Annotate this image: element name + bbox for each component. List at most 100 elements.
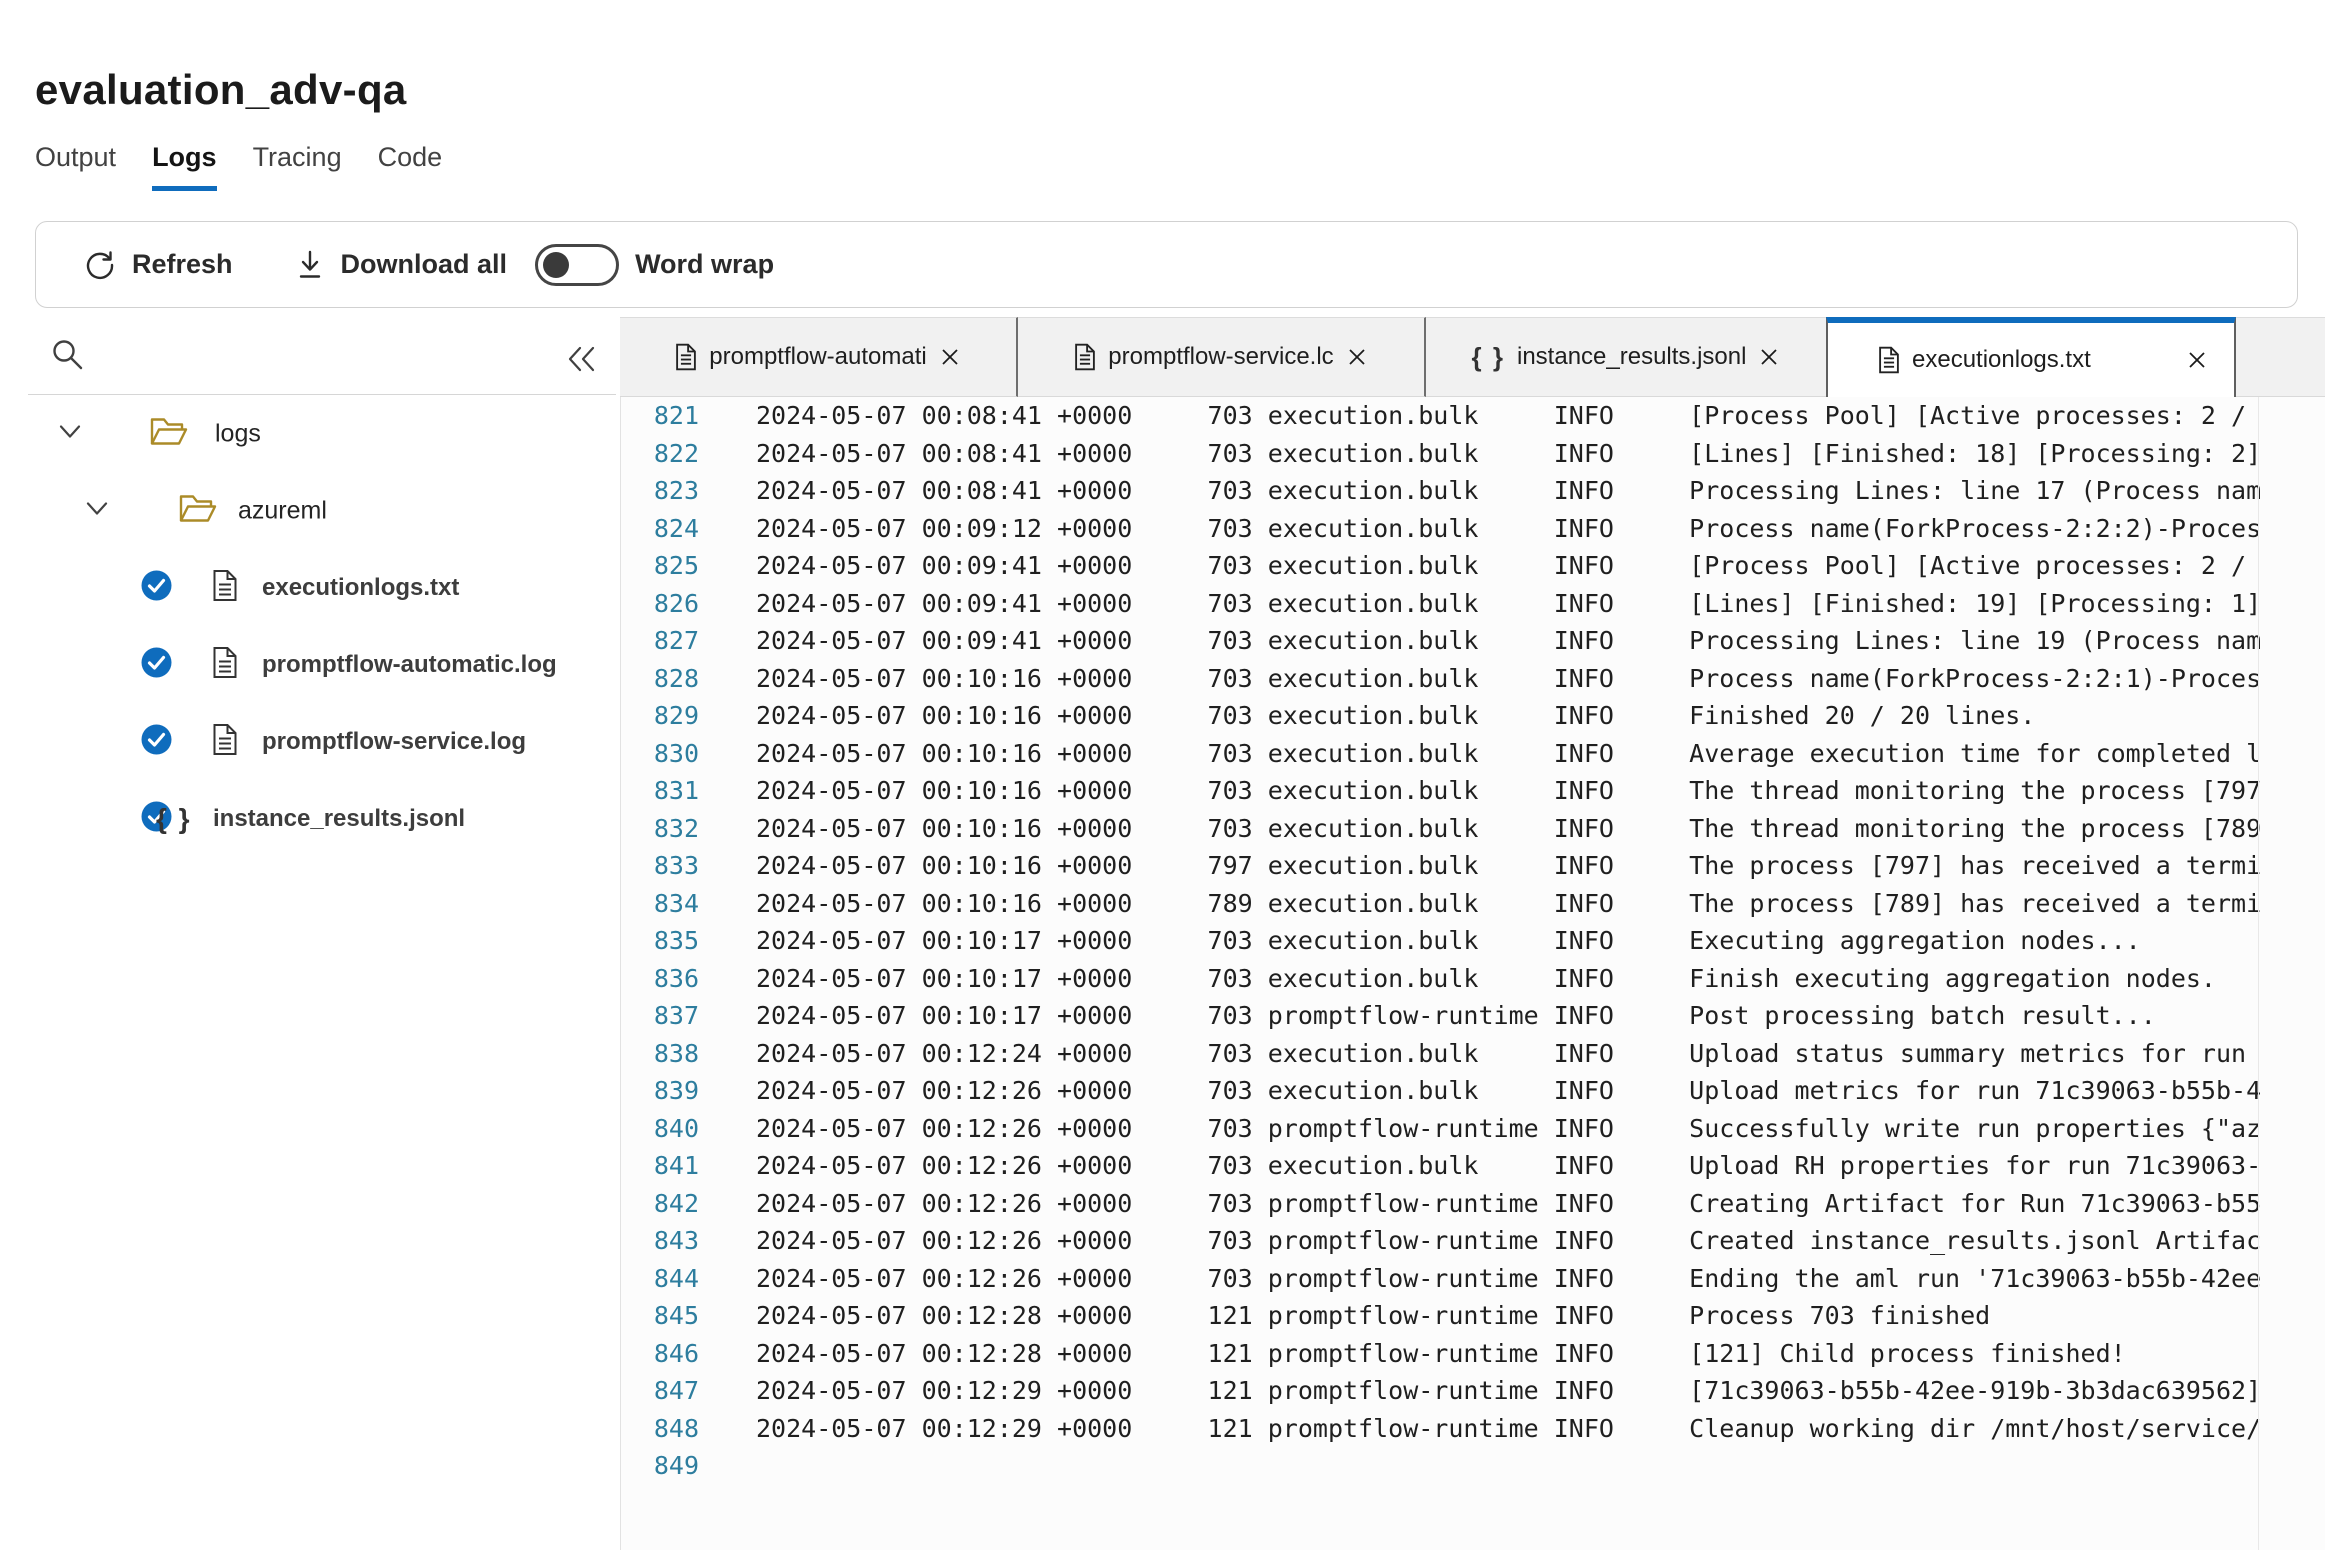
download-all-label: Download all bbox=[340, 249, 508, 279]
editor-tab-strip: { } promptflow-automati { } promptflow-s… bbox=[620, 317, 2325, 397]
chevron-down-icon[interactable] bbox=[83, 494, 111, 527]
log-line: 821 2024-05-07 00:08:41 +0000 703 execut… bbox=[621, 397, 2325, 435]
line-number: 829 bbox=[653, 701, 699, 730]
line-number: 821 bbox=[653, 401, 699, 430]
log-line-text: 2024-05-07 00:12:26 +0000 703 promptflow… bbox=[756, 1113, 2262, 1143]
line-number: 847 bbox=[653, 1376, 699, 1405]
log-line: 837 2024-05-07 00:10:17 +0000 703 prompt… bbox=[621, 997, 2325, 1035]
file-tree-item[interactable]: { } instance_results.jsonl bbox=[0, 780, 620, 857]
search-icon[interactable] bbox=[50, 337, 86, 378]
log-line: 840 2024-05-07 00:12:26 +0000 703 prompt… bbox=[621, 1110, 2325, 1148]
log-line: 836 2024-05-07 00:10:17 +0000 703 execut… bbox=[621, 960, 2325, 998]
log-line-text: 2024-05-07 00:12:26 +0000 703 execution.… bbox=[756, 1076, 2262, 1105]
document-icon bbox=[212, 646, 238, 683]
checked-circle-icon[interactable] bbox=[141, 570, 172, 606]
checked-circle-icon[interactable] bbox=[141, 647, 172, 683]
file-tree-item[interactable]: { } promptflow-automatic.log bbox=[0, 626, 620, 703]
log-line-text: 2024-05-07 00:10:16 +0000 703 execution.… bbox=[756, 813, 2262, 843]
log-line: 838 2024-05-07 00:12:24 +0000 703 execut… bbox=[621, 1035, 2325, 1073]
download-icon bbox=[295, 249, 325, 281]
editor-tab-label: instance_results.jsonl bbox=[1517, 343, 1747, 370]
log-line-text: 2024-05-07 00:12:28 +0000 121 promptflow… bbox=[756, 1338, 2126, 1368]
tree-folder-logs[interactable]: logs bbox=[0, 395, 620, 472]
line-number: 845 bbox=[653, 1301, 699, 1330]
close-icon[interactable] bbox=[2186, 349, 2208, 371]
log-line: 830 2024-05-07 00:10:16 +0000 703 execut… bbox=[621, 735, 2325, 773]
log-line-text: 2024-05-07 00:10:16 +0000 703 execution.… bbox=[756, 738, 2262, 768]
line-number: 828 bbox=[653, 663, 699, 693]
close-icon[interactable] bbox=[1758, 346, 1780, 368]
line-number: 844 bbox=[653, 1263, 699, 1293]
line-number: 842 bbox=[653, 1188, 699, 1218]
view-tab-logs[interactable]: Logs bbox=[152, 142, 217, 191]
tree-folder-azureml[interactable]: azureml bbox=[0, 472, 620, 549]
folder-icon bbox=[179, 493, 217, 528]
log-line: 849 bbox=[621, 1447, 2325, 1485]
log-line: 844 2024-05-07 00:12:26 +0000 703 prompt… bbox=[621, 1260, 2325, 1298]
file-tree: logs azureml { } executionlogs.txt { } p… bbox=[0, 395, 620, 857]
refresh-label: Refresh bbox=[132, 249, 233, 279]
chevron-down-icon[interactable] bbox=[56, 417, 84, 450]
file-tree-item[interactable]: { } promptflow-service.log bbox=[0, 703, 620, 780]
download-all-button[interactable]: Download all bbox=[295, 249, 508, 281]
editor-tab[interactable]: { } promptflow-automati bbox=[620, 317, 1018, 397]
view-tab-tracing[interactable]: Tracing bbox=[253, 142, 342, 191]
document-icon bbox=[1074, 343, 1096, 371]
line-number: 834 bbox=[653, 888, 699, 918]
line-number: 835 bbox=[653, 926, 699, 955]
line-number: 836 bbox=[653, 963, 699, 993]
editor-tab[interactable]: { } instance_results.jsonl bbox=[1426, 317, 1826, 397]
editor-tab[interactable]: { } executionlogs.txt bbox=[1826, 317, 2236, 397]
line-number: 830 bbox=[653, 738, 699, 768]
log-line-text: 2024-05-07 00:09:41 +0000 703 execution.… bbox=[756, 551, 2247, 580]
collapse-panel-icon[interactable] bbox=[566, 343, 598, 380]
editor-tab[interactable]: { } promptflow-service.lc bbox=[1018, 317, 1426, 397]
log-line: 825 2024-05-07 00:09:41 +0000 703 execut… bbox=[621, 547, 2325, 585]
file-name: executionlogs.txt bbox=[262, 573, 460, 601]
log-line: 832 2024-05-07 00:10:16 +0000 703 execut… bbox=[621, 810, 2325, 848]
log-line-text: 2024-05-07 00:10:16 +0000 703 execution.… bbox=[756, 776, 2262, 805]
line-number: 840 bbox=[653, 1113, 699, 1143]
json-braces-icon: { } bbox=[1471, 341, 1505, 372]
line-number: 848 bbox=[653, 1413, 699, 1443]
line-number: 849 bbox=[653, 1451, 699, 1480]
word-wrap-toggle[interactable] bbox=[535, 243, 620, 286]
file-name: promptflow-automatic.log bbox=[262, 650, 557, 678]
view-tab-code[interactable]: Code bbox=[378, 142, 443, 191]
line-number: 837 bbox=[653, 1001, 699, 1030]
log-line: 848 2024-05-07 00:12:29 +0000 121 prompt… bbox=[621, 1410, 2325, 1448]
log-line-text: 2024-05-07 00:08:41 +0000 703 execution.… bbox=[756, 476, 2262, 505]
log-line-text: 2024-05-07 00:12:26 +0000 703 promptflow… bbox=[756, 1188, 2262, 1218]
log-line-text: 2024-05-07 00:10:16 +0000 797 execution.… bbox=[756, 851, 2262, 880]
word-wrap-control: Word wrap bbox=[535, 243, 775, 286]
line-number: 825 bbox=[653, 551, 699, 580]
checked-circle-icon[interactable] bbox=[141, 724, 172, 760]
line-number: 841 bbox=[653, 1151, 699, 1180]
word-wrap-label: Word wrap bbox=[635, 249, 775, 279]
file-tree-item[interactable]: { } executionlogs.txt bbox=[0, 549, 620, 626]
view-tab-label: Tracing bbox=[252, 142, 342, 172]
close-icon[interactable] bbox=[939, 346, 961, 368]
log-line: 834 2024-05-07 00:10:16 +0000 789 execut… bbox=[621, 885, 2325, 923]
line-number: 826 bbox=[653, 588, 699, 618]
log-line: 847 2024-05-07 00:12:29 +0000 121 prompt… bbox=[621, 1372, 2325, 1410]
file-name: promptflow-service.log bbox=[262, 727, 527, 755]
toolbar: Refresh Download all Word wrap bbox=[35, 221, 2298, 308]
scrollbar-track[interactable] bbox=[2258, 397, 2259, 1550]
view-tab-output[interactable]: Output bbox=[35, 142, 116, 191]
line-number: 823 bbox=[653, 476, 699, 505]
log-line-text: 2024-05-07 00:08:41 +0000 703 execution.… bbox=[756, 401, 2247, 430]
log-line-text: 2024-05-07 00:09:41 +0000 703 execution.… bbox=[756, 588, 2262, 618]
close-icon[interactable] bbox=[1346, 346, 1368, 368]
refresh-button[interactable]: Refresh bbox=[84, 249, 233, 281]
log-line: 831 2024-05-07 00:10:16 +0000 703 execut… bbox=[621, 772, 2325, 810]
line-number: 831 bbox=[653, 776, 699, 805]
line-number: 824 bbox=[653, 513, 699, 543]
log-line-text: 2024-05-07 00:10:16 +0000 789 execution.… bbox=[756, 888, 2262, 918]
log-line: 824 2024-05-07 00:09:12 +0000 703 execut… bbox=[621, 510, 2325, 548]
log-line: 841 2024-05-07 00:12:26 +0000 703 execut… bbox=[621, 1147, 2325, 1185]
folder-icon bbox=[150, 416, 188, 451]
log-line-text: 2024-05-07 00:12:29 +0000 121 promptflow… bbox=[756, 1376, 2262, 1405]
document-icon bbox=[675, 343, 697, 371]
line-number: 833 bbox=[653, 851, 699, 880]
